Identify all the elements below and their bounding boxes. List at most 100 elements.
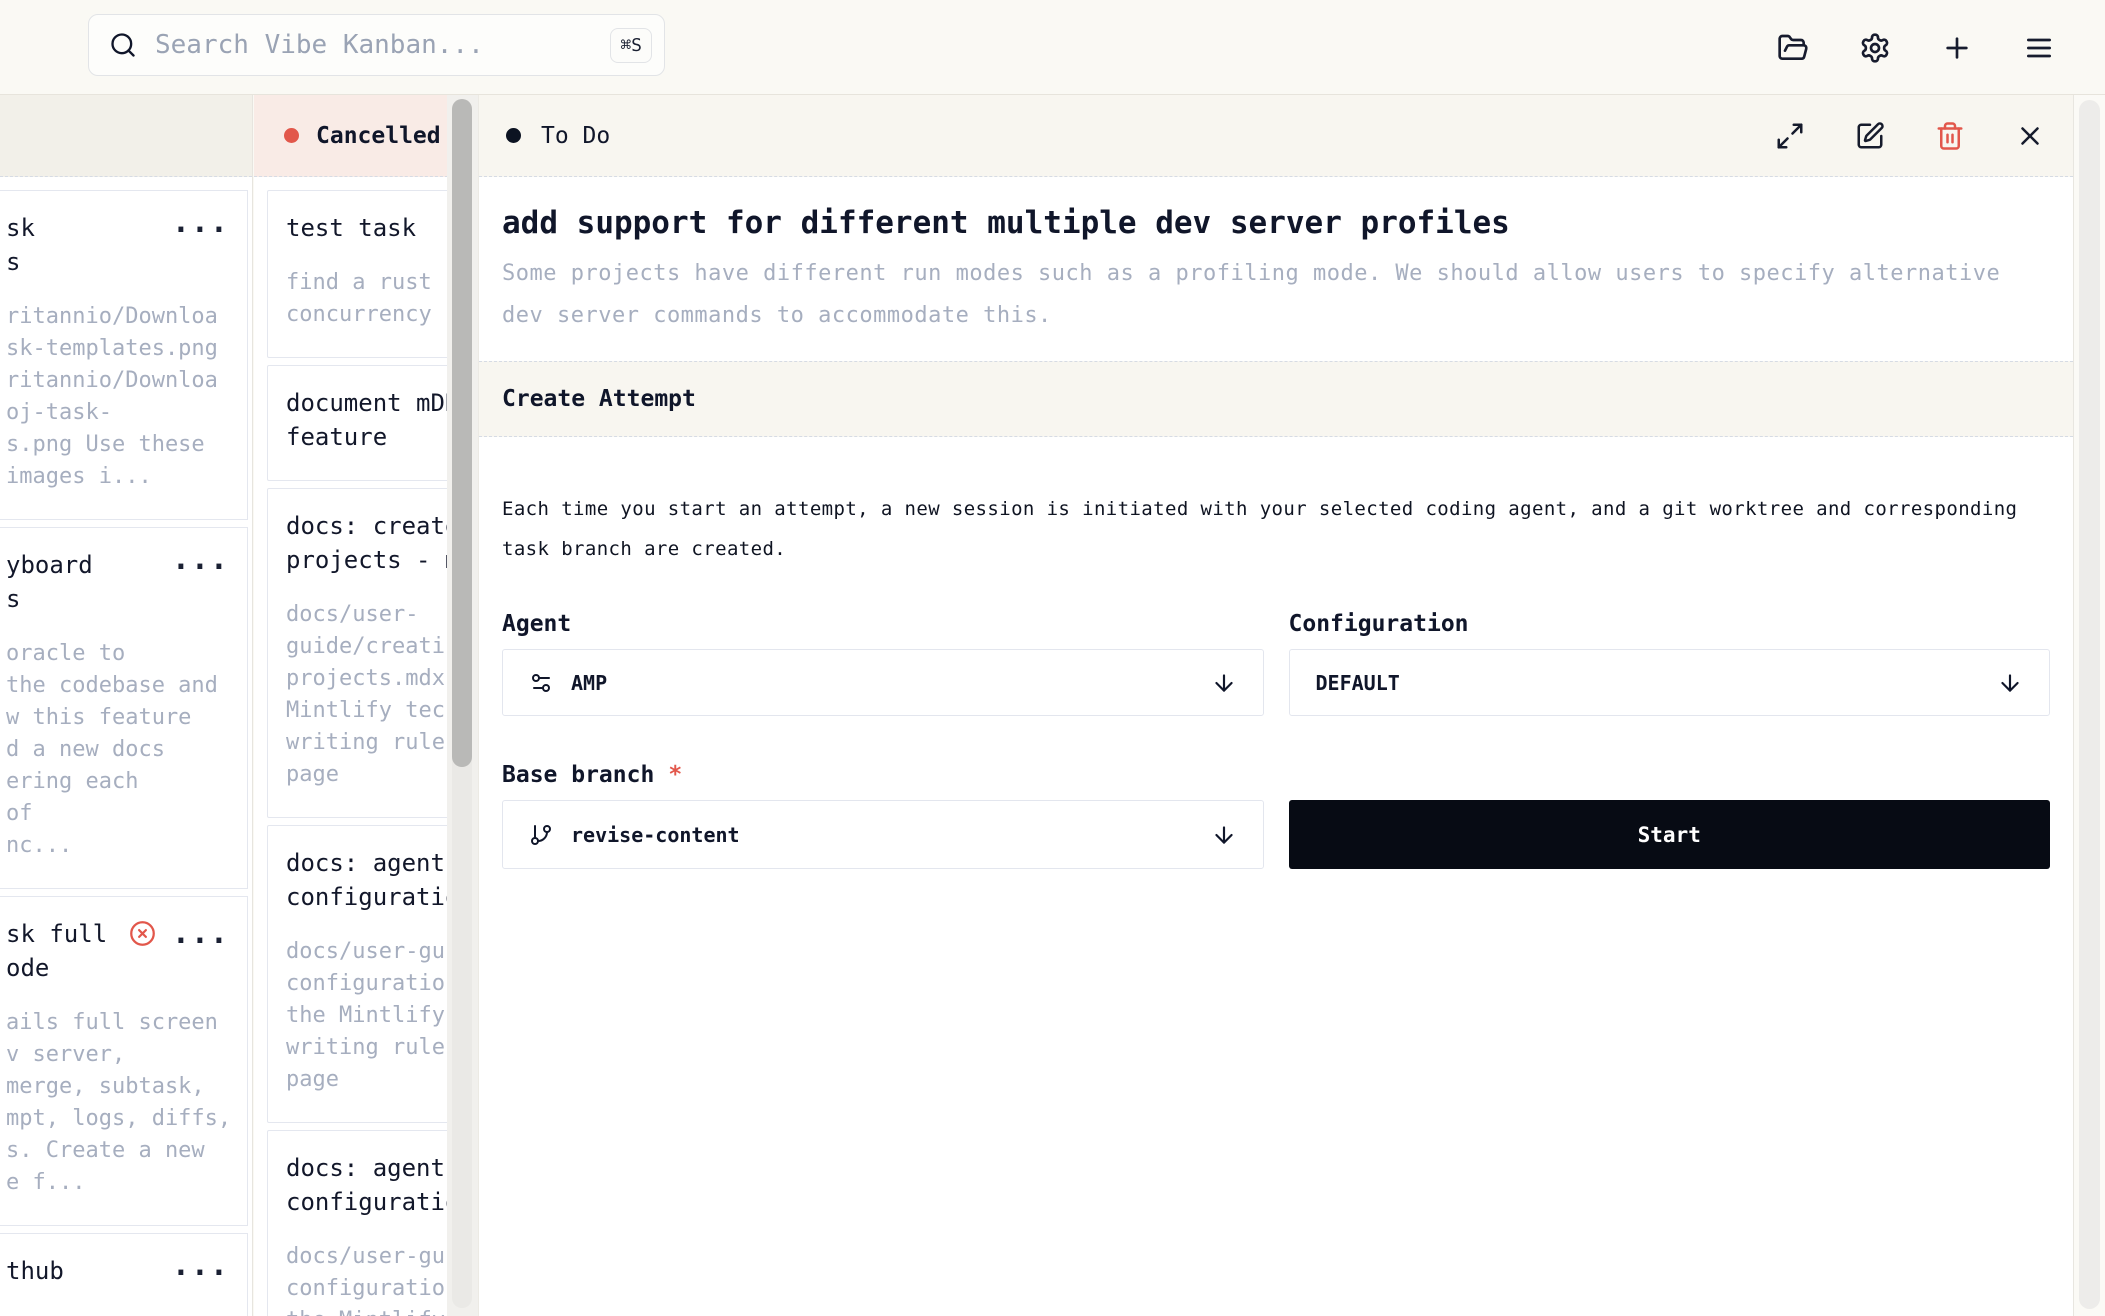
card-menu-button[interactable]: ... xyxy=(172,208,229,238)
create-attempt-info: Each time you start an attempt, a new se… xyxy=(502,498,2018,560)
search-icon xyxy=(109,31,137,59)
start-button[interactable]: Start xyxy=(1288,800,2050,869)
sliders-icon xyxy=(529,671,553,695)
card-description: docs/user-guconfigurationthe Mintlifywri… xyxy=(286,1244,447,1316)
task-detail-panel: To Do add support for different multiple… xyxy=(478,95,2073,1316)
form-spacer xyxy=(1289,716,2051,788)
panel-body: add support for different multiple dev s… xyxy=(479,205,2073,869)
todo-status-dot-icon xyxy=(506,128,521,143)
task-card-head: thub ... xyxy=(6,1251,229,1316)
open-project-button[interactable] xyxy=(1777,32,1809,64)
edit-icon xyxy=(1855,121,1885,151)
kanban-column-cancelled: Cancelled test task find a rust ficoncur… xyxy=(254,95,447,1316)
task-card[interactable]: document mDN feature xyxy=(267,365,447,481)
panel-header: To Do xyxy=(479,95,2073,177)
task-card[interactable]: docs: agentconfiguration docs/user-gucon… xyxy=(267,825,447,1123)
task-title: add support for different multiple dev s… xyxy=(502,205,1510,241)
search-box[interactable]: ⌘S xyxy=(88,14,665,76)
agent-select[interactable]: AMP xyxy=(502,649,1264,716)
card-description: docs/user-guide/creati projects.mdx Mintli… xyxy=(286,602,445,787)
column-header-cancelled: Cancelled xyxy=(254,95,447,177)
task-card-head: sk s ... xyxy=(6,208,229,279)
edit-task-button[interactable] xyxy=(1855,121,1885,151)
configuration-value: DEFAULT xyxy=(1315,670,1400,695)
expand-task-button[interactable] xyxy=(1775,121,1805,151)
menu-icon xyxy=(2023,32,2055,64)
arrow-down-icon xyxy=(1997,670,2023,696)
task-card[interactable]: test task find a rust ficoncurrency xyxy=(267,190,447,358)
top-bar: ⌘S xyxy=(0,0,2105,95)
settings-gear-icon xyxy=(1859,32,1891,64)
folder-open-icon xyxy=(1777,32,1809,64)
panel-actions xyxy=(1775,121,2045,151)
create-attempt-form: Agent Configuration AMP DEFAULT Base bra… xyxy=(502,611,2050,869)
column-cards-cancelled: test task find a rust ficoncurrency docu… xyxy=(254,177,447,1316)
base-branch-value: revise-content xyxy=(571,822,740,847)
task-card-head: test task xyxy=(286,211,447,245)
cancelled-status-dot-icon xyxy=(284,128,299,143)
task-card-head: document mDN feature xyxy=(286,386,447,454)
card-icons: ... xyxy=(172,1251,229,1281)
kanban-column-left: sk s ... ritannio/Downloa sk-templates.png… xyxy=(0,95,253,1316)
card-menu-button[interactable]: ... xyxy=(172,918,229,948)
settings-button[interactable] xyxy=(1859,32,1891,64)
close-panel-button[interactable] xyxy=(2015,121,2045,151)
card-icons: ... xyxy=(172,208,229,238)
task-card[interactable]: docs: create projects - m docs/user-guide… xyxy=(267,488,447,818)
task-status: To Do xyxy=(506,123,610,149)
card-menu-button[interactable]: ... xyxy=(172,1251,229,1281)
task-card-head: sk full ode ... xyxy=(6,917,229,985)
card-description: find a rust ficoncurrency xyxy=(286,270,447,327)
task-card[interactable]: thub ... cs page xyxy=(0,1233,248,1316)
card-title: docs: create projects - m xyxy=(286,512,447,574)
card-title: sk s xyxy=(6,214,35,276)
task-description: Some projects have different run modes s… xyxy=(502,261,2001,328)
column-header-left xyxy=(0,95,252,177)
panel-scrollbar-thumb[interactable] xyxy=(2079,100,2100,1309)
vibe-kanban-app: ⌘S xyxy=(0,0,2105,1316)
card-description: oracle to the codebase and w this feature d… xyxy=(6,641,218,858)
task-card-head: yboard s ... xyxy=(6,545,229,616)
add-task-button[interactable] xyxy=(1941,32,1973,64)
card-menu-button[interactable]: ... xyxy=(172,545,229,575)
base-branch-label: Base branch * xyxy=(502,762,683,788)
card-icons: ... xyxy=(172,545,229,575)
column-title: Cancelled xyxy=(316,122,441,149)
task-card-head: docs: create projects - m xyxy=(286,509,447,577)
create-attempt-section-header: Create Attempt xyxy=(479,361,2073,437)
search-input[interactable] xyxy=(155,30,593,60)
card-description: ritannio/Downloa sk-templates.png ritannio… xyxy=(6,304,218,489)
search-shortcut-badge: ⌘S xyxy=(610,27,652,63)
board-scrollbar xyxy=(447,95,478,1316)
agent-value: AMP xyxy=(571,670,608,695)
board-scrollbar-thumb[interactable] xyxy=(452,99,472,767)
task-card[interactable]: yboard s ... oracle to the codebase and w t… xyxy=(0,527,248,889)
column-cards-left: sk s ... ritannio/Downloa sk-templates.png… xyxy=(0,177,252,1316)
kanban-board: sk s ... ritannio/Downloa sk-templates.png… xyxy=(0,95,2105,1316)
expand-icon xyxy=(1775,121,1805,151)
arrow-down-icon xyxy=(1211,822,1237,848)
task-card-head: docs: agentconfiguration xyxy=(286,846,447,914)
required-asterisk: * xyxy=(668,762,683,788)
close-icon xyxy=(2015,121,2045,151)
card-title: yboard s xyxy=(6,551,93,613)
configuration-select[interactable]: DEFAULT xyxy=(1288,649,2050,716)
base-branch-select[interactable]: revise-content xyxy=(502,800,1264,869)
agent-label: Agent xyxy=(502,611,572,637)
main-menu-button[interactable] xyxy=(2023,32,2055,64)
card-title: document mDN feature xyxy=(286,389,447,451)
task-card[interactable]: sk s ... ritannio/Downloa sk-templates.png… xyxy=(0,190,248,520)
topbar-actions xyxy=(1777,0,2055,95)
plus-icon xyxy=(1941,32,1973,64)
delete-task-button[interactable] xyxy=(1935,121,1965,151)
card-title: thub xyxy=(6,1257,64,1285)
card-description: docs/user-guconfigurationthe Mintlifywri… xyxy=(286,939,447,1092)
task-card[interactable]: docs: agentconfiguration docs/user-gucon… xyxy=(267,1130,447,1316)
trash-icon xyxy=(1935,121,1965,151)
task-card[interactable]: sk full ode ... ails full screen v server,… xyxy=(0,896,248,1226)
configuration-label: Configuration xyxy=(1288,611,1469,637)
task-status-label: To Do xyxy=(541,122,611,149)
error-badge-icon xyxy=(129,920,156,947)
card-title: sk full ode xyxy=(6,920,108,982)
arrow-down-icon xyxy=(1211,670,1237,696)
